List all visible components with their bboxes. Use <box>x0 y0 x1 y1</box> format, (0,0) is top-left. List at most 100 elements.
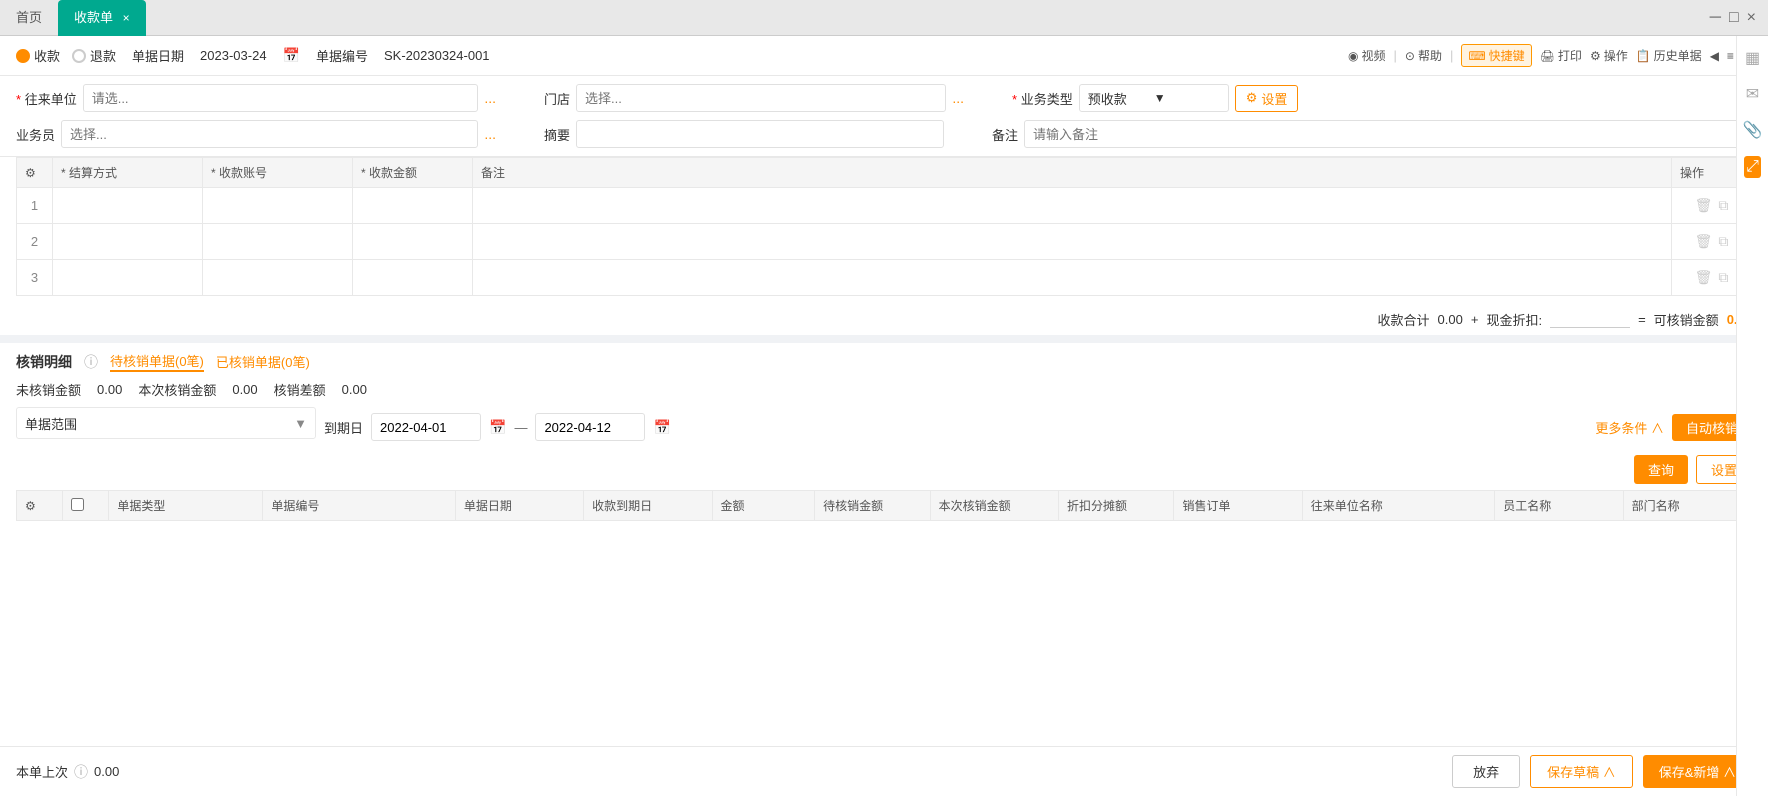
verify-info-icon[interactable]: ⓘ <box>84 352 98 372</box>
col-settings-header[interactable]: ⚙ <box>17 158 53 188</box>
row-amount-2[interactable] <box>353 224 473 260</box>
tab-receipt[interactable]: 收款单 × <box>58 0 146 36</box>
settings-button[interactable]: ⚙ 设置 <box>1235 85 1299 112</box>
date-from-input[interactable] <box>371 413 481 441</box>
equals-label: = <box>1638 312 1646 327</box>
verified-tab[interactable]: 已核销单据(0笔) <box>216 352 310 371</box>
tab-close-receipt[interactable]: × <box>123 11 130 25</box>
range-chevron-icon: ▼ <box>294 416 307 431</box>
form-header: 收款 退款 单据日期 2023-03-24 📅 单据编号 SK-20230324… <box>0 36 1768 76</box>
select-all-checkbox[interactable] <box>71 498 84 511</box>
shortcut-btn[interactable]: ⌨ 快捷键 <box>1461 44 1531 67</box>
row-remark-1[interactable] <box>473 188 1672 224</box>
store-label: 门店 <box>544 89 570 108</box>
lower-col-checkbox[interactable] <box>63 491 109 521</box>
discount-input[interactable] <box>1550 312 1630 328</box>
right-sidebar: ▦ ✉ 📎 ⤢ <box>1736 36 1768 796</box>
radio-receipt[interactable]: 收款 <box>16 46 60 65</box>
row-num-1: 1 <box>17 188 53 224</box>
copy-row-1-btn[interactable]: ⧉ <box>1718 197 1728 214</box>
prev-btn[interactable]: ◀ <box>1710 49 1719 63</box>
receipt-type-radio: 收款 退款 <box>16 46 116 65</box>
delete-row-1-btn[interactable]: 🗑 <box>1695 197 1713 214</box>
lower-col-due-date: 收款到期日 <box>584 491 712 521</box>
salesman-more-btn[interactable]: ... <box>484 126 496 142</box>
discount-label: 现金折扣: <box>1486 310 1542 329</box>
row-method-2[interactable] <box>53 224 203 260</box>
more-filter-btn[interactable]: 更多条件 ∧ <box>1595 418 1664 437</box>
tab-home[interactable]: 首页 <box>0 0 58 36</box>
date-to-input[interactable] <box>535 413 645 441</box>
available-label: 可核销金额 <box>1654 310 1719 329</box>
radio-refund[interactable]: 退款 <box>72 46 116 65</box>
maximize-btn[interactable]: □ <box>1729 9 1739 27</box>
discard-btn[interactable]: 放弃 <box>1452 755 1520 788</box>
radio-refund-dot <box>72 49 86 63</box>
salesman-input[interactable] <box>61 120 478 148</box>
counterparty-input[interactable] <box>83 84 479 112</box>
window-controls: ─ □ × <box>1710 9 1768 27</box>
lower-col-settings[interactable]: ⚙ <box>17 491 63 521</box>
operations-btn[interactable]: ⚙ 操作 <box>1590 47 1628 64</box>
shortcut-icon: ⌨ <box>1468 49 1485 63</box>
date-from-cal-icon[interactable]: 📅 <box>489 419 506 436</box>
row-account-3[interactable] <box>203 260 353 296</box>
pending-tab[interactable]: 待核销单据(0笔) <box>110 351 204 372</box>
field-row-2: 业务员 ... 摘要 备注 <box>16 120 1752 148</box>
prev-order-info-icon[interactable]: ⓘ <box>74 762 88 782</box>
diff-label: 核销差额 <box>274 380 326 399</box>
date-label: 单据日期 <box>132 46 184 65</box>
sidebar-table-icon[interactable]: ▦ <box>1745 48 1760 68</box>
copy-row-2-btn[interactable]: ⧉ <box>1718 233 1728 250</box>
range-selector: 单据范围 ▼ <box>16 407 316 439</box>
history-btn[interactable]: 📋 历史单据 <box>1636 47 1702 64</box>
counterparty-group: * 往来单位 ... <box>16 84 496 112</box>
lower-col-employee: 员工名称 <box>1495 491 1623 521</box>
counterparty-more-btn[interactable]: ... <box>484 90 496 106</box>
sidebar-mail-icon[interactable]: ✉ <box>1746 84 1759 104</box>
lower-col-current: 本次核销金额 <box>930 491 1058 521</box>
date-cal-icon[interactable]: 📅 <box>283 47 300 64</box>
minimize-btn[interactable]: ─ <box>1710 9 1721 27</box>
sidebar-clip-icon[interactable]: 📎 <box>1743 120 1763 140</box>
row-amount-1[interactable] <box>353 188 473 224</box>
lower-col-discount: 折扣分摊额 <box>1058 491 1173 521</box>
row-method-1[interactable] <box>53 188 203 224</box>
row-remark-2[interactable] <box>473 224 1672 260</box>
delete-row-2-btn[interactable]: 🗑 <box>1695 233 1713 250</box>
lower-col-sales-order: 销售订单 <box>1174 491 1302 521</box>
row-account-2[interactable] <box>203 224 353 260</box>
remark-label: 备注 <box>992 125 1018 144</box>
row-amount-3[interactable] <box>353 260 473 296</box>
store-input[interactable] <box>576 84 946 112</box>
save-draft-btn[interactable]: 保存草稿 ∧ <box>1530 755 1633 788</box>
row-remark-3[interactable] <box>473 260 1672 296</box>
query-btn[interactable]: 查询 <box>1634 455 1688 484</box>
business-type-select[interactable]: 预收款 ▼ <box>1079 84 1229 112</box>
video-btn[interactable]: ◉ 视频 <box>1348 47 1386 64</box>
unverified-label: 未核销金额 <box>16 380 81 399</box>
remark-input[interactable] <box>1024 120 1752 148</box>
total-value: 0.00 <box>1438 312 1463 327</box>
sidebar-expand-icon[interactable]: ⤢ <box>1744 156 1761 178</box>
diff-value: 0.00 <box>342 382 367 397</box>
range-select-input[interactable]: ▼ <box>93 416 307 431</box>
row-account-1[interactable] <box>203 188 353 224</box>
help-btn[interactable]: ⊙ 帮助 <box>1405 47 1442 64</box>
date-to-cal-icon[interactable]: 📅 <box>653 419 670 436</box>
list-view-btn[interactable]: ≡ <box>1727 49 1734 63</box>
verify-section: 核销明细 ⓘ 待核销单据(0笔) 已核销单据(0笔) 未核销金额 0.00 本次… <box>0 343 1768 746</box>
close-btn[interactable]: × <box>1747 9 1756 27</box>
settings-icon: ⚙ <box>1246 90 1258 106</box>
prev-order-label: 本单上次 <box>16 762 68 781</box>
prev-order-value: 0.00 <box>94 764 119 779</box>
print-btn[interactable]: 🖨 打印 <box>1540 47 1582 64</box>
summary-row: 收款合计 0.00 + 现金折扣: = 可核销金额 0.00 <box>0 304 1768 335</box>
summary-input[interactable] <box>576 120 944 148</box>
copy-row-3-btn[interactable]: ⧉ <box>1718 269 1728 286</box>
row-method-3[interactable] <box>53 260 203 296</box>
delete-row-3-btn[interactable]: 🗑 <box>1695 269 1713 286</box>
store-group: 门店 ... <box>544 84 964 112</box>
store-more-btn[interactable]: ... <box>952 90 964 106</box>
table-header-row: ⚙ * 结算方式 * 收款账号 * 收款金额 备注 操作 <box>17 158 1752 188</box>
